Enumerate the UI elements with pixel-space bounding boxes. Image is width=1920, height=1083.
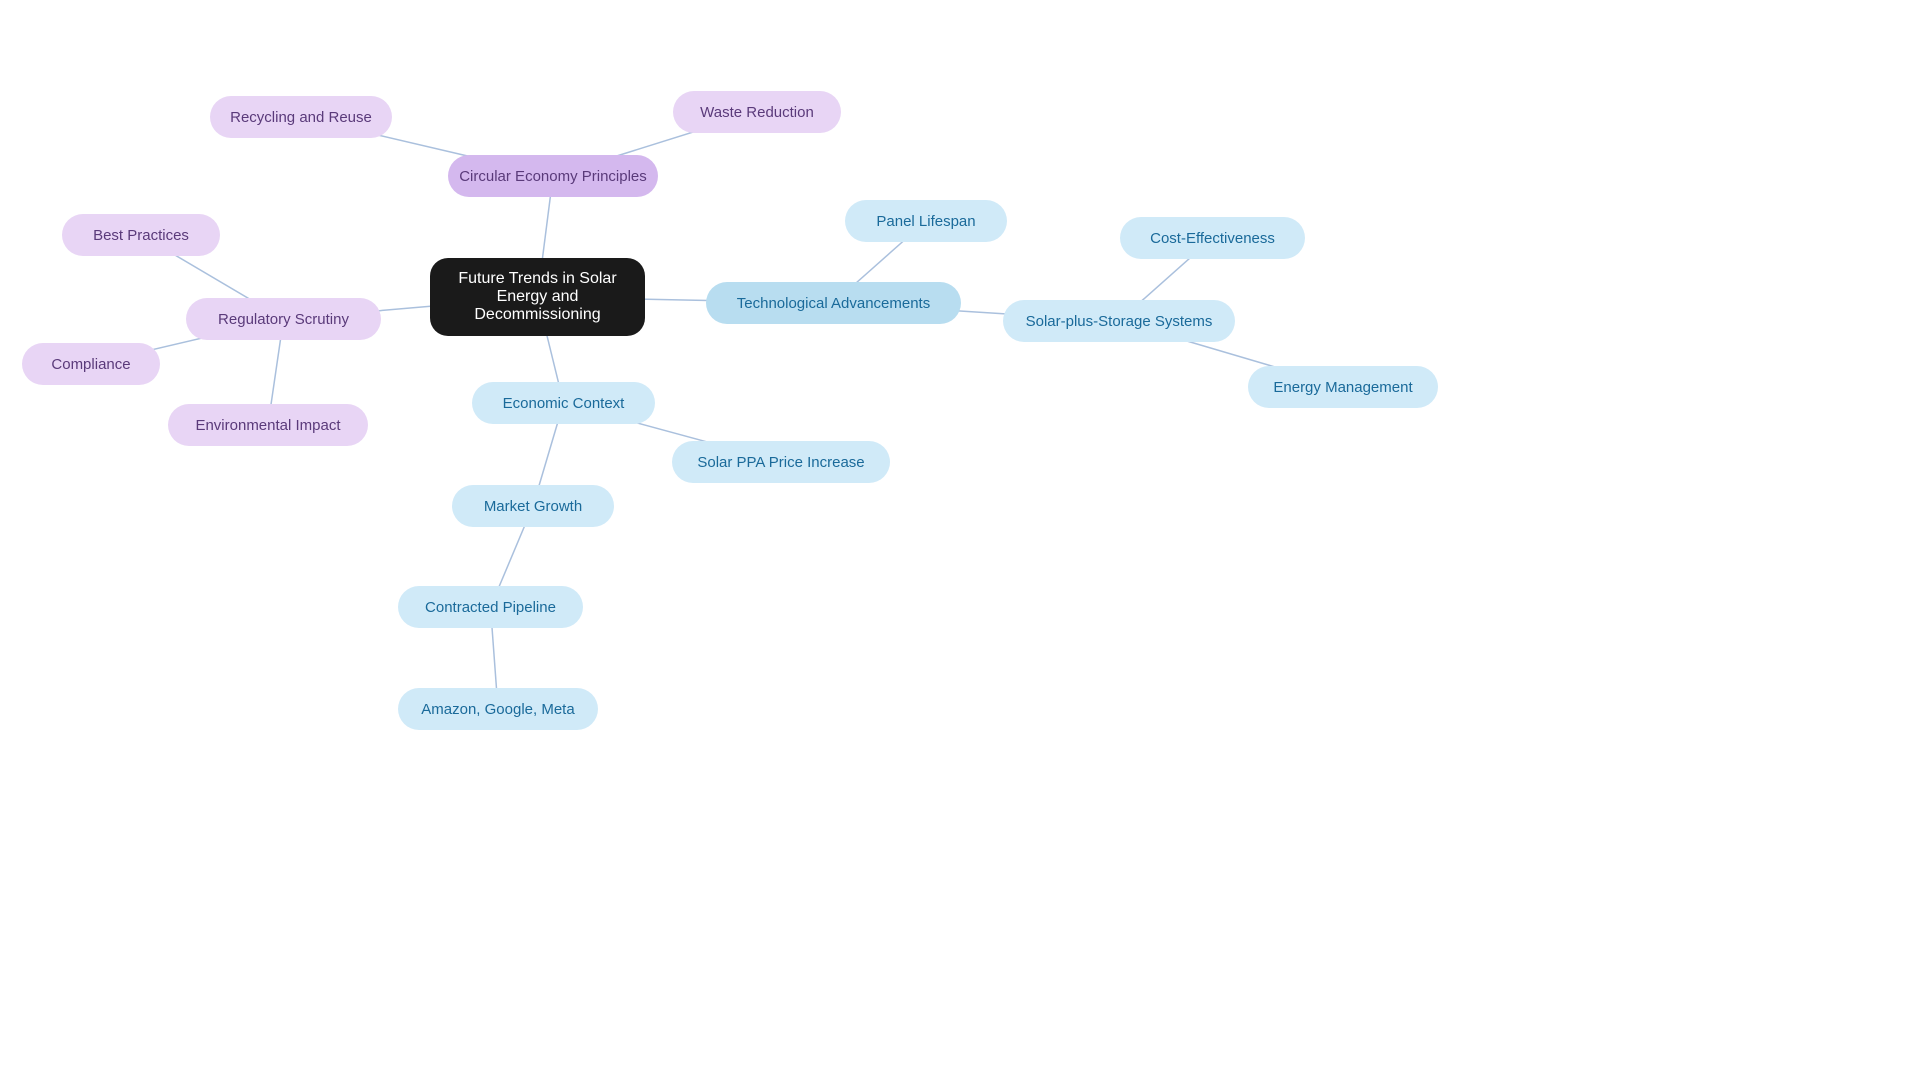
node-environmental-impact: Environmental Impact xyxy=(168,404,368,446)
center-node: Future Trends in Solar Energy and Decomm… xyxy=(430,258,645,336)
node-best-practices: Best Practices xyxy=(62,214,220,256)
node-circular-economy: Circular Economy Principles xyxy=(448,155,658,197)
node-cost-effectiveness: Cost-Effectiveness xyxy=(1120,217,1305,259)
node-energy-management: Energy Management xyxy=(1248,366,1438,408)
node-solar-storage: Solar-plus-Storage Systems xyxy=(1003,300,1235,342)
node-recycling: Recycling and Reuse xyxy=(210,96,392,138)
node-economic-context: Economic Context xyxy=(472,382,655,424)
node-compliance: Compliance xyxy=(22,343,160,385)
node-contracted-pipeline: Contracted Pipeline xyxy=(398,586,583,628)
node-tech-advancements: Technological Advancements xyxy=(706,282,961,324)
node-amazon-google-meta: Amazon, Google, Meta xyxy=(398,688,598,730)
node-panel-lifespan: Panel Lifespan xyxy=(845,200,1007,242)
node-regulatory-scrutiny: Regulatory Scrutiny xyxy=(186,298,381,340)
node-solar-ppa: Solar PPA Price Increase xyxy=(672,441,890,483)
node-waste-reduction: Waste Reduction xyxy=(673,91,841,133)
node-market-growth: Market Growth xyxy=(452,485,614,527)
